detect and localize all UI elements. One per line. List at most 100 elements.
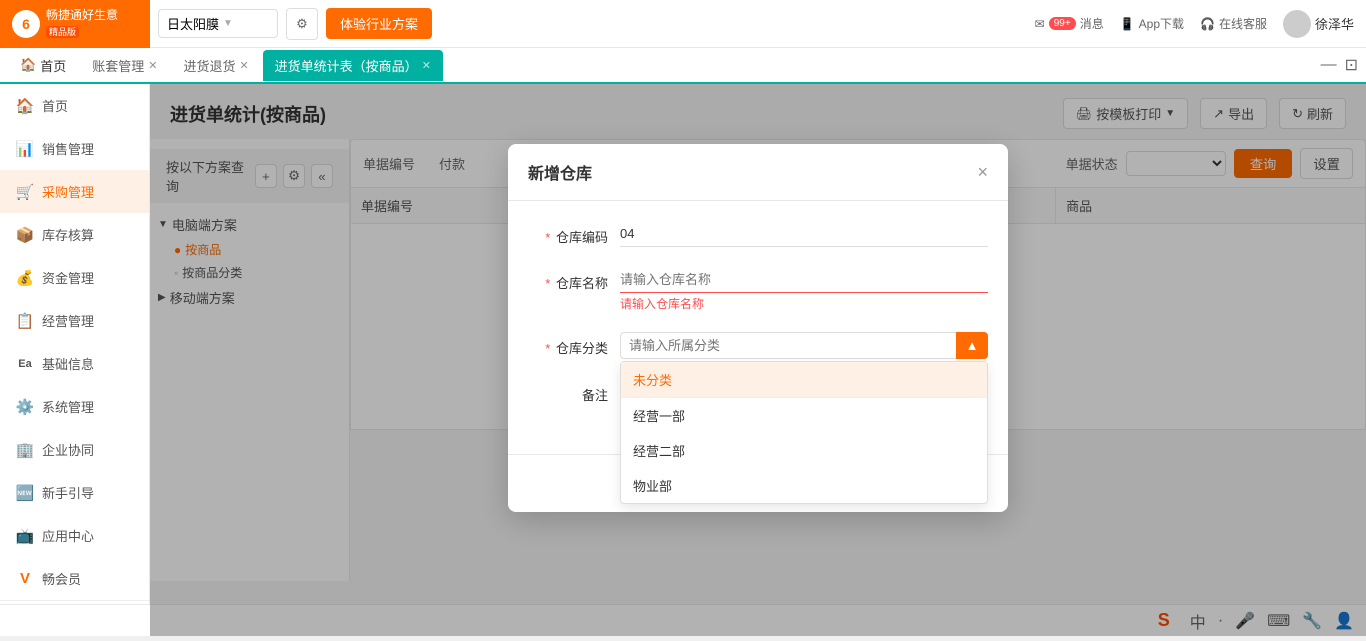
- name-error: 请输入仓库名称: [620, 295, 988, 312]
- option-label: 经营二部: [633, 444, 685, 459]
- modal-body: * 仓库编码 * 仓库名称: [508, 201, 1008, 454]
- category-option-dept2[interactable]: 经营二部: [621, 433, 987, 468]
- sidebar-label-home: 首页: [42, 96, 68, 115]
- headset-icon: 🎧: [1200, 17, 1215, 31]
- enterprise-icon: 🏢: [16, 441, 34, 459]
- user-info[interactable]: 徐泽华: [1283, 10, 1354, 38]
- app-download-label: App下载: [1139, 15, 1184, 32]
- tab-purchase-return-label: 进货退货: [183, 56, 235, 75]
- online-service-label: 在线客服: [1219, 15, 1267, 32]
- store-selector[interactable]: 日太阳膜 ▼: [158, 9, 278, 38]
- sidebar-label-basic: 基础信息: [42, 354, 94, 373]
- sidebar-label-vip: 畅会员: [42, 569, 81, 588]
- system-icon: ⚙️: [16, 398, 34, 416]
- sidebar-item-operation[interactable]: 📋 经营管理: [0, 299, 149, 342]
- tab-accounts[interactable]: 账套管理 ✕: [80, 50, 169, 81]
- header-icons: ✉ 99+ 消息 📱 App下载 🎧 在线客服 徐泽华: [1035, 10, 1354, 38]
- option-label: 物业部: [633, 479, 672, 494]
- sidebar-label-system: 系统管理: [42, 397, 94, 416]
- modal-header: 新增仓库 ×: [508, 144, 1008, 201]
- new-warehouse-modal: 新增仓库 × * 仓库编码: [508, 144, 1008, 512]
- tab-purchase-return[interactable]: 进货退货 ✕: [171, 50, 260, 81]
- category-option-property[interactable]: 物业部: [621, 468, 987, 503]
- tab-home-label: 首页: [40, 56, 66, 75]
- sidebar-item-sales[interactable]: 📊 销售管理: [0, 127, 149, 170]
- sidebar-item-inventory[interactable]: 📦 库存核算: [0, 213, 149, 256]
- app-download-item[interactable]: 📱 App下载: [1120, 15, 1184, 32]
- name-input[interactable]: [620, 267, 988, 293]
- basic-icon: Ea: [16, 355, 34, 373]
- modal-overlay: 新增仓库 × * 仓库编码: [150, 84, 1366, 636]
- sidebar-label-enterprise: 企业协同: [42, 440, 94, 459]
- tab-purchase-stats-label: 进货单统计表（按商品）: [275, 56, 418, 75]
- modal-title: 新增仓库: [528, 160, 592, 184]
- sidebar-label-sales: 销售管理: [42, 139, 94, 158]
- app-center-icon: 📺: [16, 527, 34, 545]
- category-input[interactable]: [620, 332, 988, 359]
- category-option-dept1[interactable]: 经营一部: [621, 398, 987, 433]
- sidebar-item-purchase[interactable]: 🛒 采购管理: [0, 170, 149, 213]
- category-option-none[interactable]: 未分类: [621, 362, 987, 397]
- logo-icon: 6: [12, 10, 40, 38]
- sidebar-item-home[interactable]: 🏠 首页: [0, 84, 149, 127]
- required-mark: *: [545, 230, 550, 245]
- chevron-up-icon: ▲: [966, 338, 979, 353]
- modal-close-button[interactable]: ×: [977, 162, 988, 183]
- option-label: 未分类: [633, 373, 672, 388]
- sidebar-item-finance[interactable]: 💰 资金管理: [0, 256, 149, 299]
- gear-icon: ⚙: [296, 16, 308, 32]
- close-icon[interactable]: ✕: [422, 59, 431, 72]
- code-row: * 仓库编码: [528, 221, 988, 247]
- sidebar-label-finance: 资金管理: [42, 268, 94, 287]
- tab-bar: 🏠 首页 账套管理 ✕ 进货退货 ✕ 进货单统计表（按商品） ✕ — ⊡: [0, 48, 1366, 84]
- chevron-down-icon: ▼: [223, 18, 233, 29]
- sidebar-item-app-center[interactable]: 📺 应用中心: [0, 514, 149, 557]
- required-mark: *: [545, 276, 550, 291]
- message-icon-item[interactable]: ✉ 99+ 消息: [1035, 15, 1104, 32]
- tab-minimize-button[interactable]: —: [1321, 55, 1337, 75]
- close-icon[interactable]: ✕: [148, 59, 157, 72]
- main-layout: 🏠 首页 📊 销售管理 🛒 采购管理 📦 库存核算 💰 资金管理 📋 经营管理 …: [0, 84, 1366, 636]
- category-dropdown: 未分类 经营一部 经营二部 物业部: [620, 361, 988, 504]
- close-icon[interactable]: ✕: [239, 59, 248, 72]
- sidebar-item-guide[interactable]: 🆕 新手引导: [0, 471, 149, 514]
- tab-maximize-button[interactable]: ⊡: [1345, 55, 1358, 75]
- option-label: 经营一部: [633, 409, 685, 424]
- tab-bar-actions: — ⊡: [1321, 55, 1358, 75]
- sidebar-item-basic[interactable]: Ea 基础信息: [0, 342, 149, 385]
- message-badge: 99+: [1049, 17, 1076, 30]
- guide-icon: 🆕: [16, 484, 34, 502]
- sidebar-item-enterprise[interactable]: 🏢 企业协同: [0, 428, 149, 471]
- store-name: 日太阳膜: [167, 14, 219, 33]
- name-label: * 仓库名称: [528, 267, 608, 292]
- online-service-item[interactable]: 🎧 在线客服: [1200, 15, 1267, 32]
- sales-icon: 📊: [16, 140, 34, 158]
- category-toggle-button[interactable]: ▲: [956, 332, 988, 359]
- message-label: 消息: [1080, 15, 1104, 32]
- name-row: * 仓库名称 请输入仓库名称: [528, 267, 988, 312]
- logo-area: 6 畅捷通好生意 精品版: [0, 0, 150, 48]
- inventory-icon: 📦: [16, 226, 34, 244]
- category-row: * 仓库分类 ▲ 未分类: [528, 332, 988, 359]
- tab-home[interactable]: 🏠 首页: [8, 50, 78, 81]
- vip-icon: V: [16, 570, 34, 588]
- category-label: * 仓库分类: [528, 332, 608, 357]
- tab-accounts-label: 账套管理: [92, 56, 144, 75]
- sidebar-item-system[interactable]: ⚙️ 系统管理: [0, 385, 149, 428]
- sidebar: 🏠 首页 📊 销售管理 🛒 采购管理 📦 库存核算 💰 资金管理 📋 经营管理 …: [0, 84, 150, 636]
- sidebar-item-vip[interactable]: V 畅会员: [0, 557, 149, 600]
- logo-text: 畅捷通好生意 精品版: [46, 8, 118, 39]
- finance-icon: 💰: [16, 269, 34, 287]
- purchase-icon: 🛒: [16, 183, 34, 201]
- tab-purchase-stats[interactable]: 进货单统计表（按商品） ✕: [263, 50, 443, 81]
- sidebar-label-operation: 经营管理: [42, 311, 94, 330]
- name-input-wrap: 请输入仓库名称: [620, 267, 988, 312]
- code-input-wrap: [620, 221, 988, 247]
- trial-button[interactable]: 体验行业方案: [326, 8, 432, 39]
- message-icon: ✉: [1035, 17, 1045, 31]
- note-label: 备注: [528, 379, 608, 404]
- sidebar-label-guide: 新手引导: [42, 483, 94, 502]
- code-input[interactable]: [620, 221, 988, 247]
- gear-button[interactable]: ⚙: [286, 8, 318, 40]
- category-input-wrap: ▲ 未分类 经营一部: [620, 332, 988, 359]
